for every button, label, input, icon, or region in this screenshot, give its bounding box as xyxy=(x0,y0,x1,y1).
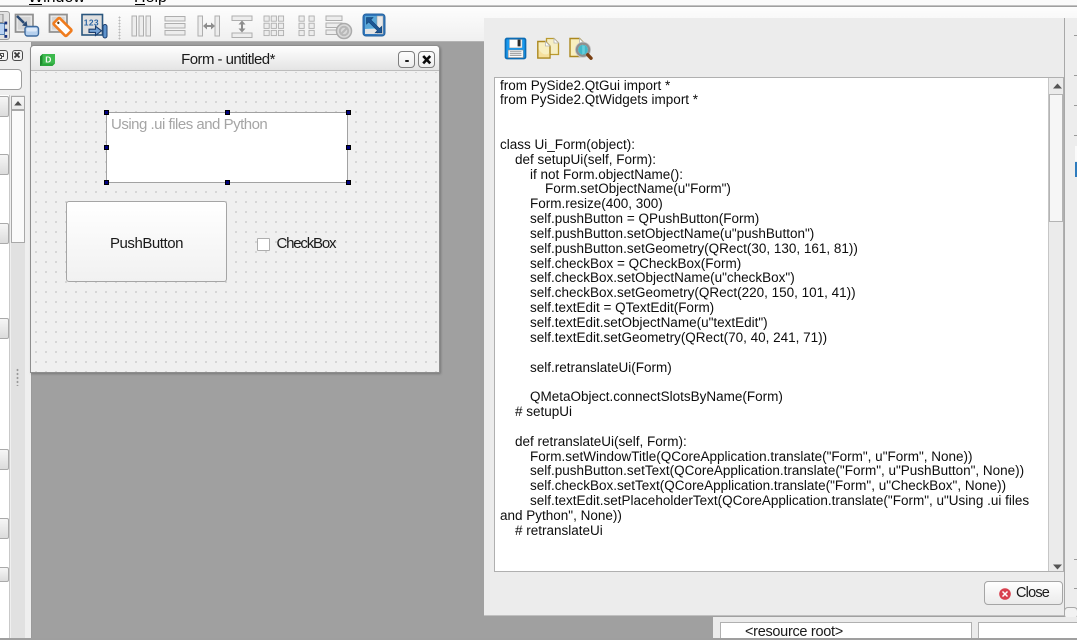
svg-text:123: 123 xyxy=(84,18,99,28)
